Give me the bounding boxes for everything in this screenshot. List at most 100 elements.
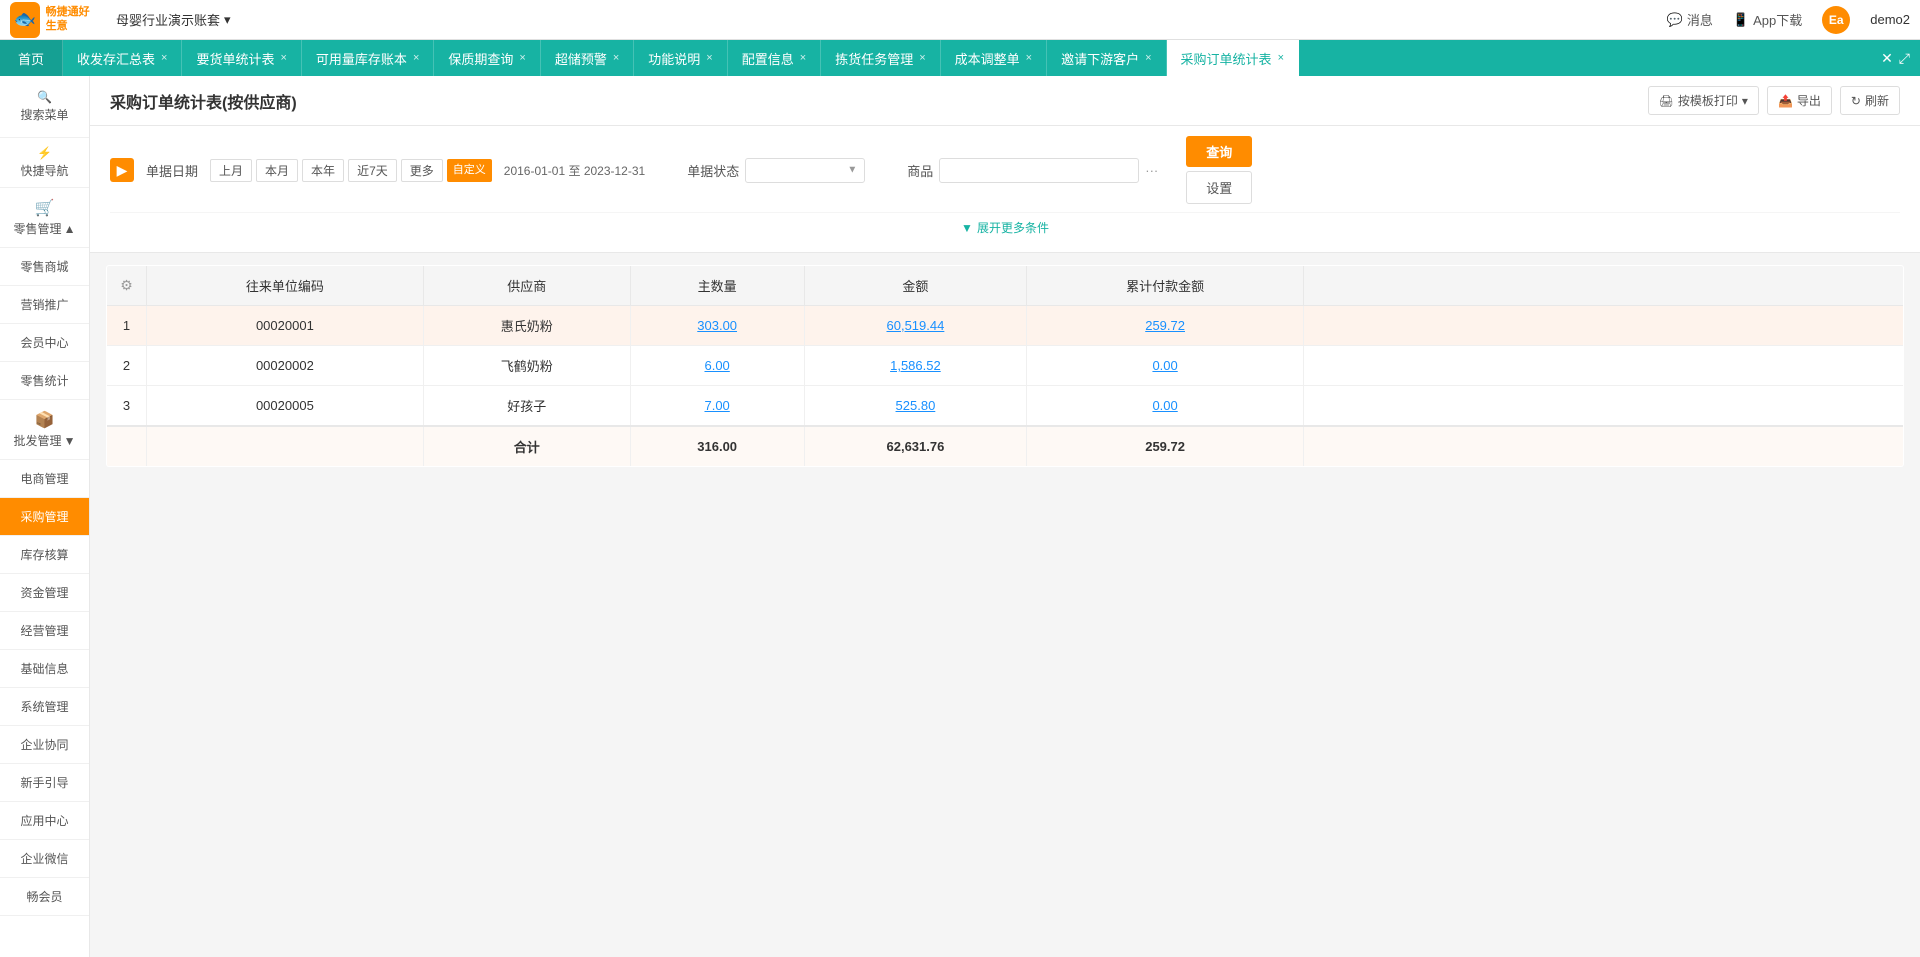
- row-amount[interactable]: 60,519.44: [804, 306, 1027, 346]
- tab-yaohuo[interactable]: 要货单统计表 ×: [182, 40, 301, 76]
- sidebar-item-app-center[interactable]: 应用中心: [0, 802, 89, 840]
- download-icon: 📱: [1733, 12, 1749, 28]
- template-print-btn[interactable]: 🖨 按模板打印 ▾: [1648, 86, 1759, 115]
- sidebar-item-enterprise[interactable]: 企业协同: [0, 726, 89, 764]
- app-download-btn[interactable]: 📱 App下载: [1733, 10, 1802, 29]
- row-qty[interactable]: 303.00: [630, 306, 804, 346]
- page-title: 采购订单统计表(按供应商): [110, 89, 297, 113]
- sidebar-item-retail-mall[interactable]: 零售商城: [0, 248, 89, 286]
- sidebar-guide-label: 新手引导: [20, 774, 68, 791]
- message-btn[interactable]: 💬 消息: [1667, 10, 1713, 29]
- sidebar-item-member2[interactable]: 畅会员: [0, 878, 89, 916]
- status-select[interactable]: [745, 158, 865, 183]
- date-this-year[interactable]: 本年: [302, 159, 344, 182]
- search-menu-btn[interactable]: 🔍 搜索菜单: [6, 84, 83, 129]
- tab-gongneng-close[interactable]: ×: [706, 52, 712, 64]
- tab-yaoqing-close[interactable]: ×: [1145, 52, 1151, 64]
- sidebar-item-ecommerce[interactable]: 电商管理: [0, 460, 89, 498]
- avatar[interactable]: Ea: [1822, 6, 1850, 34]
- sidebar-wholesale-label: 批发管理: [14, 432, 62, 449]
- tab-more[interactable]: ✕ ⤢: [1871, 50, 1920, 67]
- footer-extra: [1304, 426, 1904, 467]
- tab-chengben[interactable]: 成本调整单 ×: [941, 40, 1047, 76]
- expand-more-row: ▼ 展开更多条件: [110, 212, 1900, 242]
- sidebar-marketing-label: 营销推广: [20, 296, 68, 313]
- table-row[interactable]: 3 00020005 好孩子 7.00 525.80 0.00: [107, 386, 1904, 427]
- sidebar-item-retail-stat[interactable]: 零售统计: [0, 362, 89, 400]
- date-7days[interactable]: 近7天: [348, 159, 397, 182]
- row-supplier: 惠氏奶粉: [423, 306, 630, 346]
- sidebar-item-marketing[interactable]: 营销推广: [0, 286, 89, 324]
- tab-chaochuyujing-close[interactable]: ×: [613, 52, 619, 64]
- nav-tabs: 首页 收发存汇总表 × 要货单统计表 × 可用量库存账本 × 保质期查询 × 超…: [0, 40, 1920, 76]
- settings-btn[interactable]: 设置: [1186, 171, 1252, 204]
- tab-caigou-close[interactable]: ×: [1278, 52, 1284, 64]
- tab-kuyongliang-close[interactable]: ×: [413, 52, 419, 64]
- sidebar-item-guide[interactable]: 新手引导: [0, 764, 89, 802]
- search-menu-label: 搜索菜单: [20, 106, 68, 123]
- row-amount[interactable]: 1,586.52: [804, 346, 1027, 386]
- filter-toggle-btn[interactable]: ▶: [110, 158, 134, 182]
- table-row[interactable]: 1 00020001 惠氏奶粉 303.00 60,519.44 259.72: [107, 306, 1904, 346]
- tab-chaochuyujing[interactable]: 超储预警 ×: [541, 40, 634, 76]
- close-window-icon[interactable]: ✕: [1881, 50, 1893, 67]
- workspace-selector[interactable]: 母婴行业演示账套 ▾: [116, 10, 231, 29]
- tab-chengben-close[interactable]: ×: [1026, 52, 1032, 64]
- message-label: 消息: [1687, 10, 1713, 29]
- sidebar-item-system[interactable]: 系统管理: [0, 688, 89, 726]
- query-btn[interactable]: 查询: [1186, 136, 1252, 167]
- date-last-month[interactable]: 上月: [210, 159, 252, 182]
- sidebar-item-member[interactable]: 会员中心: [0, 324, 89, 362]
- tab-jianhuo[interactable]: 拣货任务管理 ×: [821, 40, 940, 76]
- tab-shoufacun-close[interactable]: ×: [161, 52, 167, 64]
- sidebar-item-inventory[interactable]: 库存核算: [0, 536, 89, 574]
- gear-icon[interactable]: ⚙: [120, 277, 133, 293]
- export-btn[interactable]: 📤 导出: [1767, 86, 1832, 115]
- goods-more-icon[interactable]: ···: [1145, 163, 1158, 178]
- tab-jianhuo-close[interactable]: ×: [919, 52, 925, 64]
- tab-yaoqing[interactable]: 邀请下游客户 ×: [1047, 40, 1166, 76]
- sidebar-item-wechat[interactable]: 企业微信: [0, 840, 89, 878]
- row-amount[interactable]: 525.80: [804, 386, 1027, 427]
- custom-date-tag[interactable]: 自定义: [447, 159, 492, 182]
- maximize-icon[interactable]: ⤢: [1899, 50, 1910, 67]
- sidebar-item-retail-mgmt[interactable]: 🛒 零售管理 ▲: [0, 188, 89, 248]
- sidebar-basic-label: 基础信息: [20, 660, 68, 677]
- tab-home[interactable]: 首页: [0, 40, 63, 76]
- sidebar-item-wholesale[interactable]: 📦 批发管理 ▼: [0, 400, 89, 460]
- top-right: 💬 消息 📱 App下载 Ea demo2: [1667, 6, 1910, 34]
- sidebar-retail-stat-label: 零售统计: [20, 372, 68, 389]
- date-this-month[interactable]: 本月: [256, 159, 298, 182]
- row-qty[interactable]: 7.00: [630, 386, 804, 427]
- tab-yaohuo-close[interactable]: ×: [280, 52, 286, 64]
- status-select-wrap[interactable]: [745, 158, 865, 183]
- sidebar-enterprise-label: 企业协同: [20, 736, 68, 753]
- table-row[interactable]: 2 00020002 飞鹤奶粉 6.00 1,586.52 0.00: [107, 346, 1904, 386]
- sidebar-item-management[interactable]: 经营管理: [0, 612, 89, 650]
- tab-peizhi[interactable]: 配置信息 ×: [728, 40, 821, 76]
- tab-peizhi-close[interactable]: ×: [800, 52, 806, 64]
- refresh-btn[interactable]: ↻ 刷新: [1840, 86, 1900, 115]
- tab-baozhi[interactable]: 保质期查询 ×: [434, 40, 540, 76]
- quick-nav-btn[interactable]: ⚡ 快捷导航: [0, 138, 89, 188]
- tab-gongneng[interactable]: 功能说明 ×: [634, 40, 727, 76]
- tab-kuyongliang[interactable]: 可用量库存账本 ×: [302, 40, 434, 76]
- expand-more-label: 展开更多条件: [977, 219, 1049, 236]
- sidebar-item-purchase[interactable]: 采购管理: [0, 498, 89, 536]
- content-area: 采购订单统计表(按供应商) 🖨 按模板打印 ▾ 📤 导出 ↻ 刷新: [90, 76, 1920, 957]
- date-more[interactable]: 更多: [401, 159, 443, 182]
- row-paid[interactable]: 259.72: [1027, 306, 1304, 346]
- tab-shoufacun[interactable]: 收发存汇总表 ×: [63, 40, 182, 76]
- row-qty[interactable]: 6.00: [630, 346, 804, 386]
- tab-caigou[interactable]: 采购订单统计表 ×: [1167, 40, 1299, 76]
- tab-kuyongliang-label: 可用量库存账本: [316, 49, 407, 68]
- print-icon: 🖨: [1659, 94, 1674, 108]
- row-index: 3: [107, 386, 147, 427]
- sidebar-item-basic-info[interactable]: 基础信息: [0, 650, 89, 688]
- row-paid[interactable]: 0.00: [1027, 346, 1304, 386]
- sidebar-item-finance[interactable]: 资金管理: [0, 574, 89, 612]
- row-paid[interactable]: 0.00: [1027, 386, 1304, 427]
- expand-more-btn[interactable]: ▼ 展开更多条件: [961, 219, 1049, 236]
- tab-baozhi-close[interactable]: ×: [519, 52, 525, 64]
- goods-input[interactable]: [939, 158, 1139, 183]
